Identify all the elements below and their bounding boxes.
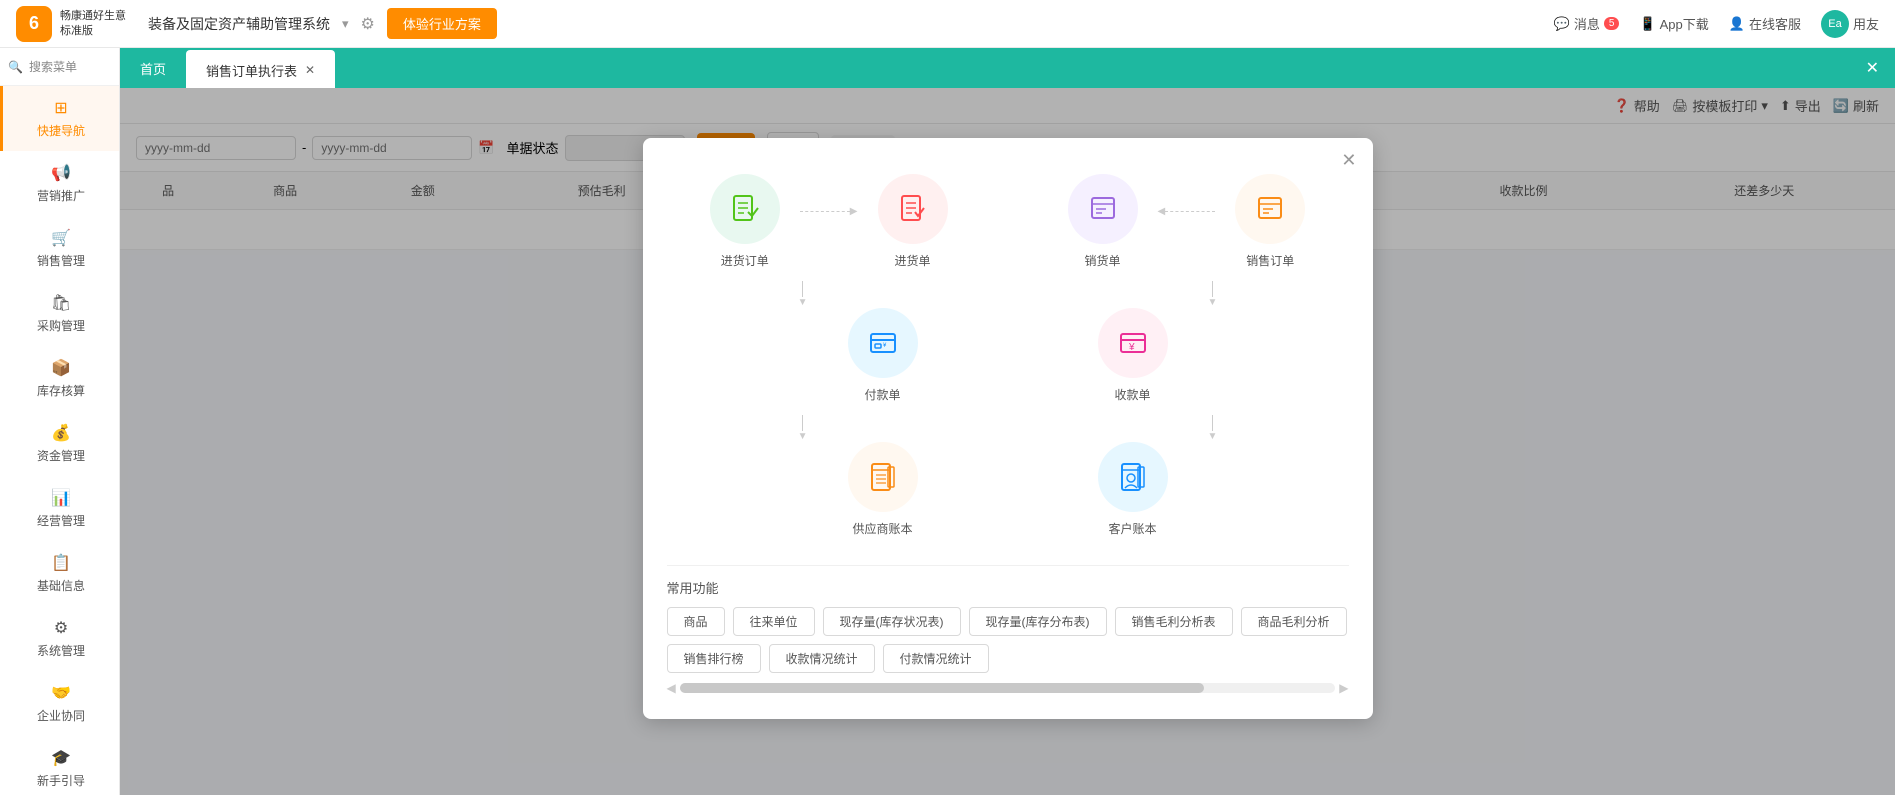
- flow-item-sales-bill[interactable]: 销货单: [1068, 174, 1138, 269]
- func-btn-stock-status[interactable]: 现存量(库存状况表): [823, 607, 961, 636]
- topbar: 6 畅康通好生意 标准版 装备及固定资产辅助管理系统 ▾ ⚙ 体验行业方案 💬 …: [0, 0, 1895, 48]
- svg-text:¥: ¥: [883, 343, 887, 349]
- purchase-order-circle: [710, 174, 780, 244]
- online-service-button[interactable]: 👤 在线客服: [1729, 14, 1801, 33]
- sidebar-item-purchase[interactable]: 🛍 采购管理: [0, 281, 119, 346]
- app-download-button[interactable]: 📱 App下载: [1639, 14, 1708, 33]
- app-icon: 📱: [1639, 16, 1655, 32]
- func-btn-sales-margin[interactable]: 销售毛利分析表: [1115, 607, 1233, 636]
- scrollbar-thumb[interactable]: [680, 683, 1204, 693]
- scroll-left-arrow[interactable]: ◀: [667, 681, 676, 695]
- flow-item-receipt[interactable]: ¥ 收款单: [1098, 308, 1168, 403]
- sidebar-item-quick-nav[interactable]: ⊞ 快捷导航: [0, 86, 119, 151]
- settings-icon[interactable]: ⚙: [361, 14, 375, 34]
- sidebar: 🔍 搜索菜单 ⊞ 快捷导航 📢 营销推广 🛒 销售管理 🛍 采购管理 📦: [0, 48, 120, 795]
- tab-bar: 首页 销售订单执行表 ✕ ✕: [120, 48, 1895, 88]
- flow-diagram: 进货订单 ▶: [667, 162, 1349, 549]
- user-menu[interactable]: Ea 用友: [1821, 10, 1879, 38]
- system-icon: ⚙: [54, 618, 68, 638]
- main-layout: 🔍 搜索菜单 ⊞ 快捷导航 📢 营销推广 🛒 销售管理 🛍 采购管理 📦: [0, 48, 1895, 795]
- experience-button[interactable]: 体验行业方案: [387, 8, 497, 39]
- func-btn-receipt-stat[interactable]: 收款情况统计: [769, 644, 875, 673]
- sidebar-item-enterprise[interactable]: 🤝 企业协同: [0, 671, 119, 736]
- func-btn-product[interactable]: 商品: [667, 607, 725, 636]
- tab-home[interactable]: 首页: [120, 48, 186, 88]
- sales-icon: 🛒: [51, 228, 71, 248]
- receipt-circle: ¥: [1098, 308, 1168, 378]
- func-btn-sales-rank[interactable]: 销售排行榜: [667, 644, 761, 673]
- customer-ledger-circle: [1098, 442, 1168, 512]
- basic-info-icon: 📋: [51, 553, 71, 573]
- quick-nav-icon: ⊞: [54, 98, 67, 118]
- flow-item-purchase-order[interactable]: 进货订单: [710, 174, 780, 269]
- system-title: 装备及固定资产辅助管理系统: [148, 14, 330, 34]
- func-btn-payment-stat[interactable]: 付款情况统计: [883, 644, 989, 673]
- avatar: Ea: [1821, 10, 1849, 38]
- sales-order-circle: [1235, 174, 1305, 244]
- logo-icon: 6: [16, 6, 52, 42]
- flow-item-supplier-ledger[interactable]: 供应商账本: [848, 442, 918, 537]
- tab-sales-order-exec[interactable]: 销售订单执行表 ✕: [186, 50, 335, 90]
- func-btn-product-margin[interactable]: 商品毛利分析: [1241, 607, 1347, 636]
- message-icon: 💬: [1554, 16, 1570, 32]
- flow-row-2: ¥ 付款单 ¥: [848, 308, 1168, 403]
- logo-text: 畅康通好生意 标准版: [60, 9, 126, 38]
- purchase-icon: 🛍: [51, 293, 71, 313]
- finance-icon: 💰: [51, 423, 71, 443]
- message-badge: 5: [1604, 17, 1620, 30]
- topbar-right: 💬 消息 5 📱 App下载 👤 在线客服 Ea 用友: [1554, 10, 1879, 38]
- flow-down-arrows-1: ▼ ▼: [667, 281, 1349, 308]
- func-btn-stock-dist[interactable]: 现存量(库存分布表): [969, 607, 1107, 636]
- tab-close-icon[interactable]: ✕: [305, 63, 315, 77]
- supplier-ledger-circle: [848, 442, 918, 512]
- message-button[interactable]: 💬 消息 5: [1554, 14, 1620, 33]
- topbar-left: 6 畅康通好生意 标准版 装备及固定资产辅助管理系统 ▾ ⚙ 体验行业方案: [16, 6, 497, 42]
- scrollbar-track: [680, 683, 1336, 693]
- search-icon: 🔍: [8, 60, 23, 74]
- dropdown-icon[interactable]: ▾: [342, 16, 349, 32]
- search-menu[interactable]: 🔍 搜索菜单: [0, 48, 119, 86]
- operations-icon: 📊: [51, 488, 71, 508]
- sales-bill-circle: [1068, 174, 1138, 244]
- sidebar-item-system[interactable]: ⚙ 系统管理: [0, 606, 119, 671]
- svg-text:¥: ¥: [1128, 342, 1135, 353]
- flow-down-arrows-2: ▼ ▼: [667, 415, 1349, 442]
- scroll-right-arrow[interactable]: ▶: [1339, 681, 1348, 695]
- tab-bar-close-button[interactable]: ✕: [1866, 58, 1879, 78]
- marketing-icon: 📢: [51, 163, 71, 183]
- sidebar-item-basic-info[interactable]: 📋 基础信息: [0, 541, 119, 606]
- sidebar-item-newcomer[interactable]: 🎓 新手引导: [0, 736, 119, 795]
- flow-item-purchase-bill[interactable]: 进货单: [878, 174, 948, 269]
- inventory-icon: 📦: [51, 358, 71, 378]
- service-icon: 👤: [1729, 16, 1745, 32]
- flow-item-sales-order[interactable]: 销售订单: [1235, 174, 1305, 269]
- sidebar-item-finance[interactable]: 💰 资金管理: [0, 411, 119, 476]
- common-functions: 常用功能 商品 往来单位 现存量(库存状况表) 现存量(库存分布表) 销售毛利分…: [667, 565, 1349, 673]
- flow-item-payment[interactable]: ¥ 付款单: [848, 308, 918, 403]
- sidebar-item-marketing[interactable]: 📢 营销推广: [0, 151, 119, 216]
- sidebar-item-inventory[interactable]: 📦 库存核算: [0, 346, 119, 411]
- func-buttons-row2: 销售排行榜 收款情况统计 付款情况统计: [667, 644, 1349, 673]
- flow-item-customer-ledger[interactable]: 客户账本: [1098, 442, 1168, 537]
- modal-close-button[interactable]: ✕: [1341, 150, 1356, 171]
- sidebar-item-sales[interactable]: 🛒 销售管理: [0, 216, 119, 281]
- payment-circle: ¥: [848, 308, 918, 378]
- enterprise-icon: 🤝: [51, 683, 71, 703]
- page-content: ❓ 帮助 🖨 按模板打印 ▾ ⬆ 导出 🔄 刷新: [120, 88, 1895, 795]
- flow-row-1: 进货订单 ▶: [710, 174, 1305, 269]
- common-functions-title: 常用功能: [667, 578, 1349, 597]
- logo-area: 6 畅康通好生意 标准版: [16, 6, 136, 42]
- flow-row-3: 供应商账本: [848, 442, 1168, 537]
- modal: ✕: [643, 138, 1373, 719]
- func-buttons-row1: 商品 往来单位 现存量(库存状况表) 现存量(库存分布表) 销售毛利分析表 商品…: [667, 607, 1349, 636]
- sidebar-item-operations[interactable]: 📊 经营管理: [0, 476, 119, 541]
- purchase-bill-circle: [878, 174, 948, 244]
- newcomer-icon: 🎓: [51, 748, 71, 768]
- content-area: 首页 销售订单执行表 ✕ ✕ ❓ 帮助 🖨 按: [120, 48, 1895, 795]
- func-btn-partner[interactable]: 往来单位: [733, 607, 815, 636]
